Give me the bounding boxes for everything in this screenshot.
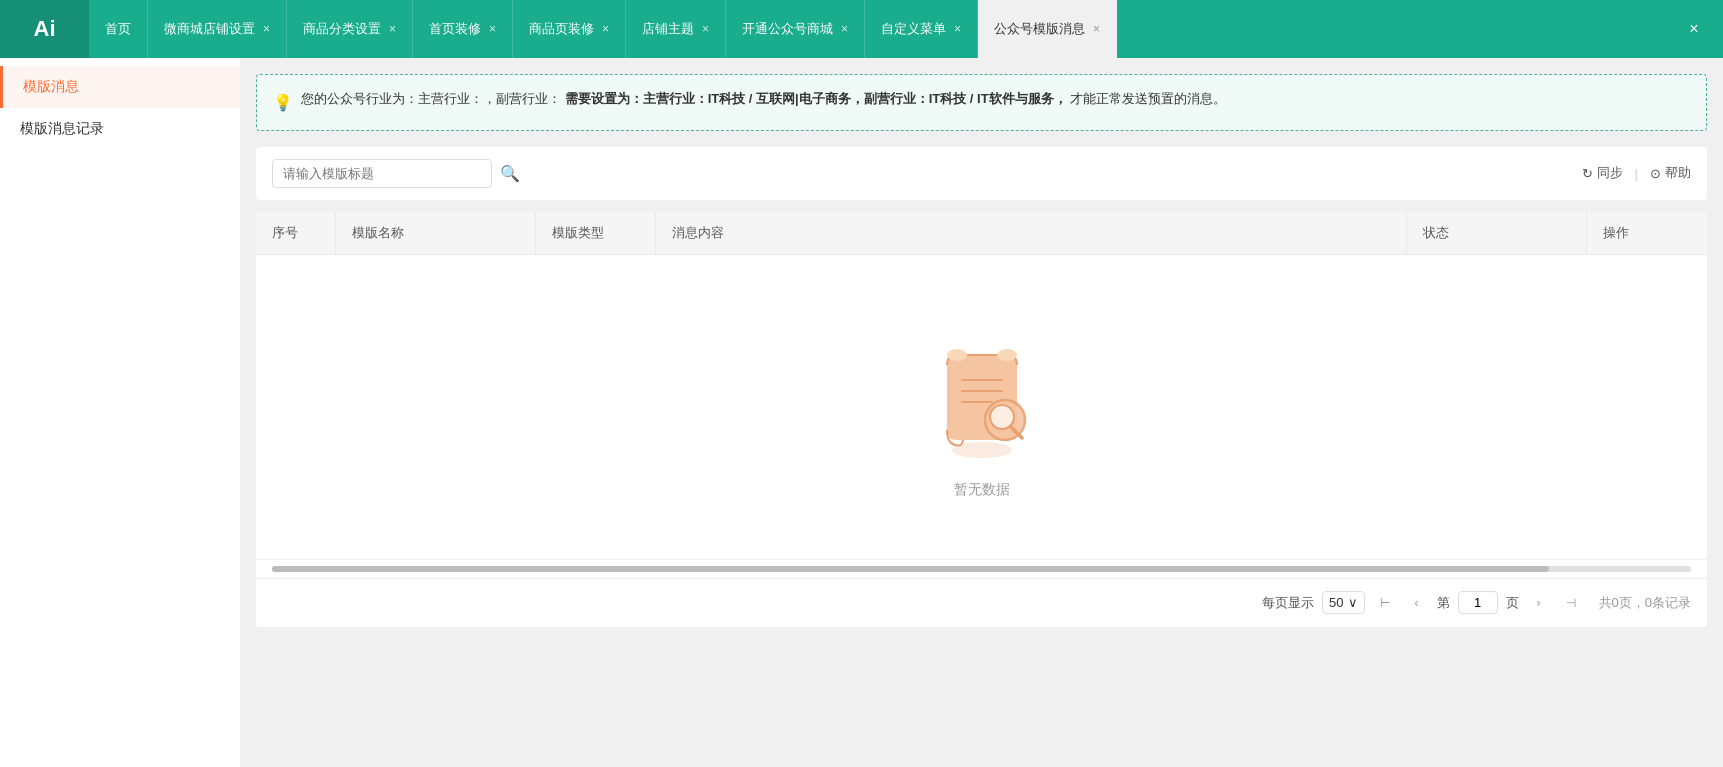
nav-tab-8[interactable]: 公众号模版消息 × — [978, 0, 1117, 58]
search-right: ↻ 同步 | ⊙ 帮助 — [1582, 164, 1691, 182]
help-button[interactable]: ⊙ 帮助 — [1650, 164, 1691, 182]
page-word-pre: 第 — [1437, 594, 1450, 612]
sync-icon: ↻ — [1582, 166, 1593, 181]
top-nav: Ai 首页微商城店铺设置×商品分类设置×首页装修×商品页装修×店铺主题×开通公众… — [0, 0, 1723, 58]
prev-page-button[interactable]: ‹ — [1405, 591, 1429, 615]
sync-label: 同步 — [1597, 164, 1623, 182]
empty-state: 暂无数据 — [256, 255, 1707, 559]
page-word: 页 — [1506, 594, 1519, 612]
sidebar: 模版消息模版消息记录 — [0, 58, 240, 767]
tab-close-icon[interactable]: × — [841, 22, 848, 36]
nav-tab-1[interactable]: 微商城店铺设置 × — [148, 0, 287, 58]
help-icon: ⊙ — [1650, 166, 1661, 181]
scroll-thumb — [272, 566, 1549, 572]
nav-tab-label: 首页装修 — [429, 20, 481, 38]
next-page-button[interactable]: › — [1527, 591, 1551, 615]
search-input[interactable] — [272, 159, 492, 188]
tab-close-icon[interactable]: × — [702, 22, 709, 36]
page-number-input[interactable] — [1458, 591, 1498, 614]
table-column-1: 模版名称 — [336, 212, 536, 254]
nav-tab-label: 公众号模版消息 — [994, 20, 1085, 38]
notice-icon: 💡 — [273, 90, 293, 116]
empty-icon — [917, 335, 1047, 465]
tab-close-icon[interactable]: × — [389, 22, 396, 36]
notice-highlight: 需要设置为：主营行业：IT科技 / 互联网|电子商务，副营行业：IT科技 / I… — [565, 91, 1067, 106]
main-container: 模版消息模版消息记录 💡 您的公众号行业为：主营行业：，副营行业： 需要设置为：… — [0, 58, 1723, 767]
search-button[interactable]: 🔍 — [500, 164, 520, 183]
sync-button[interactable]: ↻ 同步 — [1582, 164, 1623, 182]
nav-tab-4[interactable]: 商品页装修 × — [513, 0, 626, 58]
table-column-4: 状态 — [1407, 212, 1587, 254]
table-column-2: 模版类型 — [536, 212, 656, 254]
notice-box: 💡 您的公众号行业为：主营行业：，副营行业： 需要设置为：主营行业：IT科技 /… — [256, 74, 1707, 131]
notice-text: 您的公众号行业为：主营行业：，副营行业： 需要设置为：主营行业：IT科技 / 互… — [301, 89, 1226, 110]
page-summary: 共0页，0条记录 — [1599, 594, 1691, 612]
nav-tab-label: 自定义菜单 — [881, 20, 946, 38]
nav-tab-3[interactable]: 首页装修 × — [413, 0, 513, 58]
nav-tab-6[interactable]: 开通公众号商城 × — [726, 0, 865, 58]
table-column-0: 序号 — [256, 212, 336, 254]
close-all-icon: × — [1689, 20, 1698, 38]
nav-tab-label: 店铺主题 — [642, 20, 694, 38]
page-size-select[interactable]: 50 ∨ — [1322, 591, 1364, 614]
svg-point-1 — [947, 349, 967, 361]
logo: Ai — [0, 0, 89, 58]
nav-tab-label: 微商城店铺设置 — [164, 20, 255, 38]
pagination: 每页显示 50 ∨ ⊢ ‹ 第 页 › ⊣ 共0页，0条记录 — [256, 578, 1707, 627]
scroll-track — [272, 566, 1691, 572]
nav-tab-2[interactable]: 商品分类设置 × — [287, 0, 413, 58]
close-all-button[interactable]: × — [1665, 0, 1723, 58]
tab-close-icon[interactable]: × — [1093, 22, 1100, 36]
search-bar: 🔍 ↻ 同步 | ⊙ 帮助 — [256, 147, 1707, 200]
notice-text-after: 才能正常发送预置的消息。 — [1070, 91, 1226, 106]
search-left: 🔍 — [272, 159, 520, 188]
last-page-button[interactable]: ⊣ — [1559, 591, 1583, 615]
content-area: 💡 您的公众号行业为：主营行业：，副营行业： 需要设置为：主营行业：IT科技 /… — [240, 58, 1723, 767]
search-icon: 🔍 — [500, 165, 520, 182]
first-page-button[interactable]: ⊢ — [1373, 591, 1397, 615]
table-container: 序号模版名称模版类型消息内容状态操作 — [256, 212, 1707, 627]
tab-close-icon[interactable]: × — [263, 22, 270, 36]
nav-tab-0[interactable]: 首页 — [89, 0, 148, 58]
empty-text: 暂无数据 — [954, 481, 1010, 499]
table-header: 序号模版名称模版类型消息内容状态操作 — [256, 212, 1707, 255]
logo-text: Ai — [34, 16, 56, 42]
sidebar-item-1[interactable]: 模版消息记录 — [0, 108, 240, 150]
svg-point-2 — [997, 349, 1017, 361]
nav-tab-5[interactable]: 店铺主题 × — [626, 0, 726, 58]
nav-tabs: 首页微商城店铺设置×商品分类设置×首页装修×商品页装修×店铺主题×开通公众号商城… — [89, 0, 1665, 58]
tab-close-icon[interactable]: × — [954, 22, 961, 36]
table-column-3: 消息内容 — [656, 212, 1407, 254]
table-column-5: 操作 — [1587, 212, 1707, 254]
nav-tab-7[interactable]: 自定义菜单 × — [865, 0, 978, 58]
chevron-down-icon: ∨ — [1348, 595, 1358, 610]
page-size-value: 50 — [1329, 595, 1343, 610]
sidebar-item-0[interactable]: 模版消息 — [0, 66, 240, 108]
notice-text-before: 您的公众号行业为：主营行业：，副营行业： — [301, 91, 561, 106]
nav-tab-label: 商品页装修 — [529, 20, 594, 38]
tab-close-icon[interactable]: × — [489, 22, 496, 36]
scroll-bar-area[interactable] — [256, 559, 1707, 578]
nav-tab-label: 首页 — [105, 20, 131, 38]
nav-tab-label: 商品分类设置 — [303, 20, 381, 38]
nav-tab-label: 开通公众号商城 — [742, 20, 833, 38]
divider: | — [1635, 166, 1638, 181]
help-label: 帮助 — [1665, 164, 1691, 182]
tab-close-icon[interactable]: × — [602, 22, 609, 36]
page-size-label: 每页显示 — [1262, 594, 1314, 612]
